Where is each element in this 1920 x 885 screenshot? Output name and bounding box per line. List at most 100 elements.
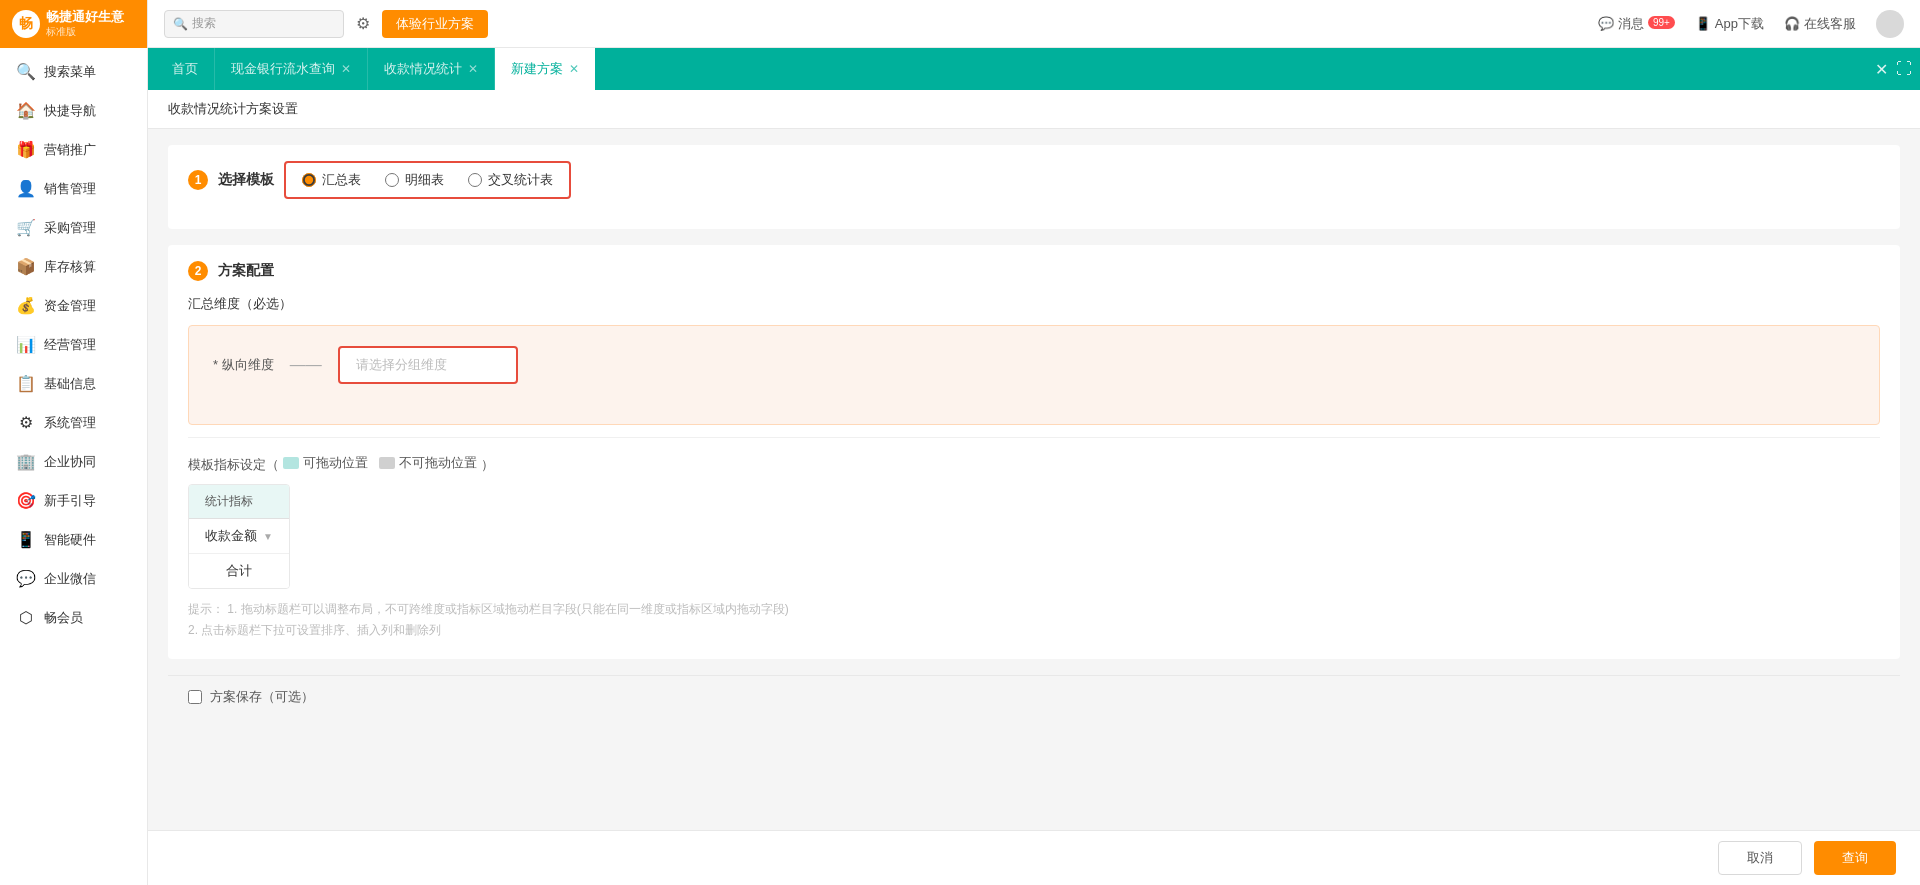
search-icon: 🔍 bbox=[173, 17, 188, 31]
sidebar-item-label: 快捷导航 bbox=[44, 102, 96, 120]
page-content: 收款情况统计方案设置 1 选择模板 汇总表 明细表 bbox=[148, 90, 1920, 830]
sidebar-item-guide[interactable]: 🎯 新手引导 bbox=[0, 481, 147, 520]
tabbar-actions: ✕ ⛶ bbox=[1875, 60, 1920, 79]
tab-collection-stat-close[interactable]: ✕ bbox=[468, 62, 478, 76]
sidebar-item-sales[interactable]: 👤 销售管理 bbox=[0, 169, 147, 208]
dropdown-icon: ▼ bbox=[263, 531, 273, 542]
sidebar-item-label: 企业协同 bbox=[44, 453, 96, 471]
collection-amount-label: 收款金额 bbox=[205, 527, 257, 545]
step2-card: 2 方案配置 汇总维度（必选） * 纵向维度 —— 请选择分组维度 bbox=[168, 245, 1900, 659]
industry-btn[interactable]: 体验行业方案 bbox=[382, 10, 488, 38]
sidebar-item-finance[interactable]: 💰 资金管理 bbox=[0, 286, 147, 325]
message-label: 消息 bbox=[1618, 15, 1644, 33]
message-badge: 99+ bbox=[1648, 16, 1675, 29]
sidebar-item-enterprise[interactable]: 🏢 企业协同 bbox=[0, 442, 147, 481]
fixed-legend-dot bbox=[379, 457, 395, 469]
tab-new-plan-label: 新建方案 bbox=[511, 60, 563, 78]
service-label: 在线客服 bbox=[1804, 15, 1856, 33]
sidebar-item-label: 经营管理 bbox=[44, 336, 96, 354]
sidebar-item-inventory[interactable]: 📦 库存核算 bbox=[0, 247, 147, 286]
sidebar-item-wechat[interactable]: 💬 企业微信 bbox=[0, 559, 147, 598]
tab-bank-flow-close[interactable]: ✕ bbox=[341, 62, 351, 76]
settings-icon[interactable]: ⚙ bbox=[356, 14, 370, 33]
content-body: 1 选择模板 汇总表 明细表 交叉统计表 bbox=[148, 129, 1920, 830]
tabbar: 首页 现金银行流水查询 ✕ 收款情况统计 ✕ 新建方案 ✕ ✕ ⛶ bbox=[148, 48, 1920, 90]
service-icon: 🎧 bbox=[1784, 16, 1800, 31]
sidebar-item-system[interactable]: ⚙ 系统管理 bbox=[0, 403, 147, 442]
divider bbox=[188, 437, 1880, 438]
vertical-dimension-label: * 纵向维度 bbox=[213, 356, 274, 374]
radio-detail-input[interactable] bbox=[385, 173, 399, 187]
sidebar-item-label: 基础信息 bbox=[44, 375, 96, 393]
user-avatar[interactable] bbox=[1876, 10, 1904, 38]
radio-detail-label: 明细表 bbox=[405, 171, 444, 189]
fixed-legend-label: 不可拖动位置 bbox=[399, 454, 477, 472]
template-radio-group: 汇总表 明细表 交叉统计表 bbox=[284, 161, 571, 199]
member-icon: ⬡ bbox=[16, 608, 36, 627]
radio-cross-label: 交叉统计表 bbox=[488, 171, 553, 189]
service-btn[interactable]: 🎧 在线客服 bbox=[1784, 15, 1856, 33]
tips-section: 提示： 1. 拖动标题栏可以调整布局，不可跨维度或指标区域拖动栏目字段(只能在同… bbox=[188, 601, 1880, 639]
sidebar-item-member[interactable]: ⬡ 畅会员 bbox=[0, 598, 147, 637]
tab-collection-stat-label: 收款情况统计 bbox=[384, 60, 462, 78]
step1-header: 1 选择模板 汇总表 明细表 交叉统计表 bbox=[188, 161, 1880, 199]
sidebar-item-label: 营销推广 bbox=[44, 141, 96, 159]
metrics-section: 模板指标设定（ 可拖动位置 不可拖动位置 ） 统计指标 bbox=[188, 454, 1880, 589]
building-icon: 🏢 bbox=[16, 452, 36, 471]
sidebar-item-search-menu[interactable]: 🔍 搜索菜单 bbox=[0, 52, 147, 91]
metrics-table: 统计指标 收款金额 ▼ 合计 bbox=[188, 484, 290, 589]
sidebar-item-label: 资金管理 bbox=[44, 297, 96, 315]
radio-summary[interactable]: 汇总表 bbox=[302, 171, 361, 189]
money-icon: 💰 bbox=[16, 296, 36, 315]
summary-dimension-section: 汇总维度（必选） * 纵向维度 —— 请选择分组维度 bbox=[188, 295, 1880, 425]
gear-icon: ⚙ bbox=[16, 413, 36, 432]
dimension-arrow: —— bbox=[290, 356, 322, 374]
radio-summary-input[interactable] bbox=[302, 173, 316, 187]
metrics-collection-amount-cell[interactable]: 收款金额 ▼ bbox=[189, 519, 289, 553]
download-icon: 📱 bbox=[1695, 16, 1711, 31]
query-button[interactable]: 查询 bbox=[1814, 841, 1896, 875]
tab-new-plan[interactable]: 新建方案 ✕ bbox=[495, 48, 595, 90]
cancel-button[interactable]: 取消 bbox=[1718, 841, 1802, 875]
step2-badge: 2 bbox=[188, 261, 208, 281]
message-btn[interactable]: 💬 消息 99+ bbox=[1598, 15, 1675, 33]
tab-close-all-btn[interactable]: ✕ bbox=[1875, 60, 1888, 79]
sidebar-item-label: 销售管理 bbox=[44, 180, 96, 198]
step1-title: 选择模板 bbox=[218, 171, 274, 189]
chart-icon: 📊 bbox=[16, 335, 36, 354]
radio-detail[interactable]: 明细表 bbox=[385, 171, 444, 189]
logo-icon: 畅 bbox=[12, 10, 40, 38]
tab-collection-stat[interactable]: 收款情况统计 ✕ bbox=[368, 48, 495, 90]
sidebar-item-marketing[interactable]: 🎁 营销推广 bbox=[0, 130, 147, 169]
main-area: 🔍 搜索 ⚙ 体验行业方案 💬 消息 99+ 📱 App下载 🎧 在线客服 首页 bbox=[148, 0, 1920, 885]
gift-icon: 🎁 bbox=[16, 140, 36, 159]
sidebar-item-hardware[interactable]: 📱 智能硬件 bbox=[0, 520, 147, 559]
dimension-row: * 纵向维度 —— 请选择分组维度 bbox=[213, 346, 1855, 384]
download-btn[interactable]: 📱 App下载 bbox=[1695, 15, 1764, 33]
phone-icon: 📱 bbox=[16, 530, 36, 549]
sidebar: 畅 畅捷通好生意 标准版 🔍 搜索菜单 🏠 快捷导航 🎁 营销推广 👤 销售管理… bbox=[0, 0, 148, 885]
chat-icon: 💬 bbox=[16, 569, 36, 588]
radio-cross[interactable]: 交叉统计表 bbox=[468, 171, 553, 189]
tab-new-plan-close[interactable]: ✕ bbox=[569, 62, 579, 76]
sidebar-item-operations[interactable]: 📊 经营管理 bbox=[0, 325, 147, 364]
sidebar-logo: 畅 畅捷通好生意 标准版 bbox=[0, 0, 147, 48]
radio-cross-input[interactable] bbox=[468, 173, 482, 187]
metrics-subtotal: 合计 bbox=[189, 553, 289, 588]
sidebar-item-basic-info[interactable]: 📋 基础信息 bbox=[0, 364, 147, 403]
save-plan-checkbox[interactable] bbox=[188, 690, 202, 704]
tab-home[interactable]: 首页 bbox=[156, 48, 215, 90]
dimension-selector[interactable]: 请选择分组维度 bbox=[338, 346, 518, 384]
tab-bank-flow[interactable]: 现金银行流水查询 ✕ bbox=[215, 48, 368, 90]
page-title: 收款情况统计方案设置 bbox=[148, 90, 1920, 129]
home-icon: 🏠 bbox=[16, 101, 36, 120]
logo-badge: 标准版 bbox=[46, 25, 124, 39]
step1-badge: 1 bbox=[188, 170, 208, 190]
tab-expand-btn[interactable]: ⛶ bbox=[1896, 60, 1912, 78]
search-input[interactable]: 🔍 搜索 bbox=[164, 10, 344, 38]
sidebar-item-purchase[interactable]: 🛒 采购管理 bbox=[0, 208, 147, 247]
dimension-area: * 纵向维度 —— 请选择分组维度 bbox=[188, 325, 1880, 425]
sidebar-item-quick-nav[interactable]: 🏠 快捷导航 bbox=[0, 91, 147, 130]
step1-card: 1 选择模板 汇总表 明细表 交叉统计表 bbox=[168, 145, 1900, 229]
metrics-legend: 模板指标设定（ 可拖动位置 不可拖动位置 ） bbox=[188, 454, 1880, 474]
